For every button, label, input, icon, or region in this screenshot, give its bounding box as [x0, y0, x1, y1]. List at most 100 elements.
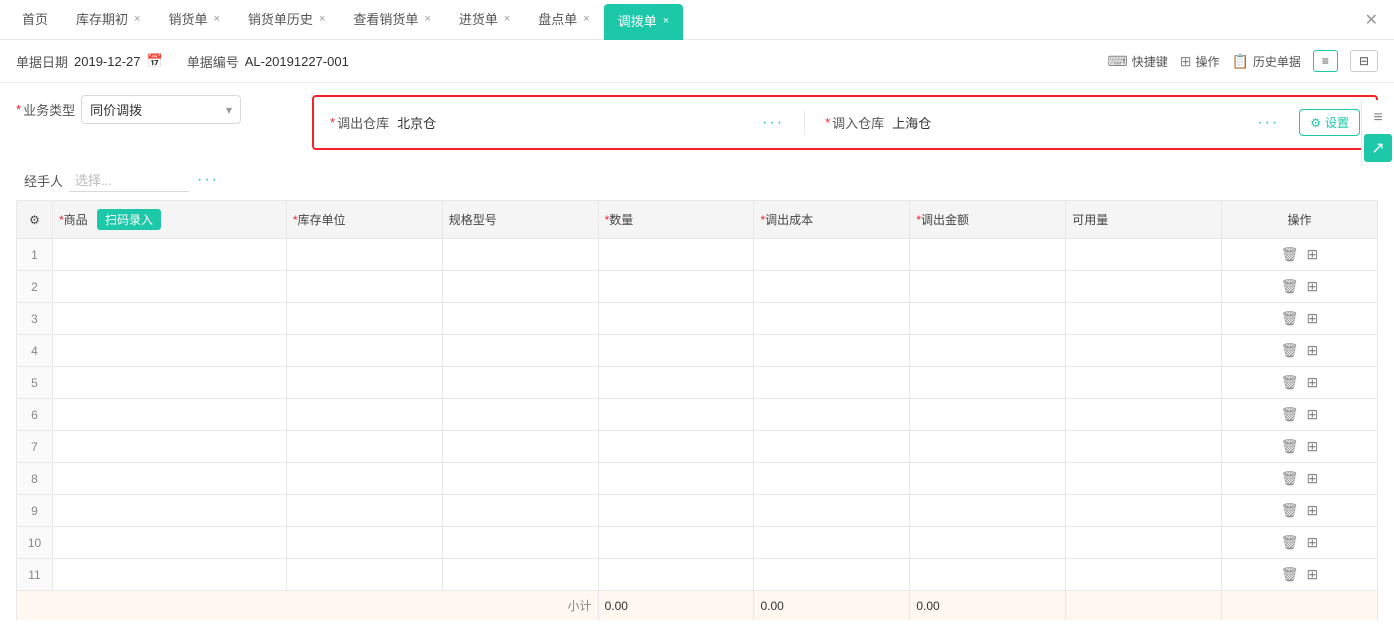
spec-cell[interactable] [442, 303, 598, 335]
available-cell[interactable] [1066, 271, 1222, 303]
tab-close-purchase[interactable]: × [504, 13, 510, 25]
quantity-cell[interactable] [598, 495, 754, 527]
copy-icon[interactable]: ⊞ [1307, 534, 1319, 551]
history-btn[interactable]: 📋 历史单据 [1231, 53, 1300, 70]
copy-icon[interactable]: ⊞ [1307, 374, 1319, 391]
product-cell[interactable] [53, 527, 287, 559]
transfer-cost-cell[interactable] [754, 431, 910, 463]
product-cell[interactable] [53, 303, 287, 335]
available-cell[interactable] [1066, 399, 1222, 431]
spec-cell[interactable] [442, 431, 598, 463]
delete-icon[interactable]: 🗑 [1281, 438, 1299, 455]
unit-cell[interactable] [286, 559, 442, 591]
delete-icon[interactable]: 🗑 [1281, 566, 1299, 583]
app-close-button[interactable]: ✕ [1357, 10, 1386, 30]
transfer-cost-cell[interactable] [754, 239, 910, 271]
transfer-amount-cell[interactable] [910, 271, 1066, 303]
tab-sales-history[interactable]: 销货单历史 × [234, 0, 339, 40]
tab-close-inventory-init[interactable]: × [134, 13, 140, 25]
quantity-cell[interactable] [598, 335, 754, 367]
transfer-cost-cell[interactable] [754, 463, 910, 495]
layout-list-btn[interactable]: ≡ [1313, 50, 1338, 72]
transfer-cost-cell[interactable] [754, 399, 910, 431]
copy-icon[interactable]: ⊞ [1307, 566, 1319, 583]
tab-close-view-sales[interactable]: × [424, 13, 430, 25]
table-gear-icon[interactable]: ⚙ [29, 213, 40, 227]
col-settings-gear[interactable]: ⚙ [17, 201, 53, 239]
transfer-amount-cell[interactable] [910, 559, 1066, 591]
delete-icon[interactable]: 🗑 [1281, 534, 1299, 551]
transfer-cost-cell[interactable] [754, 559, 910, 591]
available-cell[interactable] [1066, 559, 1222, 591]
scan-entry-button[interactable]: 扫码录入 [97, 209, 161, 230]
tab-view-sales[interactable]: 查看销货单 × [339, 0, 444, 40]
product-cell[interactable] [53, 335, 287, 367]
available-cell[interactable] [1066, 239, 1222, 271]
product-cell[interactable] [53, 463, 287, 495]
tab-inventory-init[interactable]: 库存期初 × [62, 0, 154, 40]
transfer-out-more-btn[interactable]: ··· [762, 114, 784, 132]
transfer-cost-cell[interactable] [754, 367, 910, 399]
copy-icon[interactable]: ⊞ [1307, 502, 1319, 519]
transfer-amount-cell[interactable] [910, 527, 1066, 559]
delete-icon[interactable]: 🗑 [1281, 310, 1299, 327]
available-cell[interactable] [1066, 463, 1222, 495]
shortcuts-btn[interactable]: ⌨ 快捷键 [1107, 53, 1167, 70]
product-cell[interactable] [53, 239, 287, 271]
sidebar-list-icon[interactable]: ≡ [1364, 104, 1392, 132]
tab-purchase[interactable]: 进货单 × [445, 0, 524, 40]
copy-icon[interactable]: ⊞ [1307, 470, 1319, 487]
transfer-amount-cell[interactable] [910, 335, 1066, 367]
transfer-amount-cell[interactable] [910, 367, 1066, 399]
sidebar-share-icon[interactable]: ↗ [1364, 134, 1392, 162]
unit-cell[interactable] [286, 239, 442, 271]
available-cell[interactable] [1066, 303, 1222, 335]
copy-icon[interactable]: ⊞ [1307, 310, 1319, 327]
product-cell[interactable] [53, 495, 287, 527]
available-cell[interactable] [1066, 335, 1222, 367]
copy-icon[interactable]: ⊞ [1307, 278, 1319, 295]
tab-close-sales-history[interactable]: × [319, 13, 325, 25]
quantity-cell[interactable] [598, 559, 754, 591]
unit-cell[interactable] [286, 335, 442, 367]
spec-cell[interactable] [442, 559, 598, 591]
product-cell[interactable] [53, 431, 287, 463]
available-cell[interactable] [1066, 527, 1222, 559]
quantity-cell[interactable] [598, 271, 754, 303]
tab-home[interactable]: 首页 [8, 0, 62, 40]
handler-select[interactable]: 选择... [69, 168, 189, 192]
tab-close-transfer[interactable]: × [663, 15, 669, 27]
delete-icon[interactable]: 🗑 [1281, 470, 1299, 487]
unit-cell[interactable] [286, 463, 442, 495]
transfer-cost-cell[interactable] [754, 303, 910, 335]
spec-cell[interactable] [442, 495, 598, 527]
unit-cell[interactable] [286, 527, 442, 559]
transfer-amount-cell[interactable] [910, 463, 1066, 495]
delete-icon[interactable]: 🗑 [1281, 502, 1299, 519]
handler-more-btn[interactable]: ··· [197, 171, 219, 189]
spec-cell[interactable] [442, 527, 598, 559]
calendar-icon[interactable]: 📅 [147, 53, 163, 69]
unit-cell[interactable] [286, 271, 442, 303]
spec-cell[interactable] [442, 335, 598, 367]
product-cell[interactable] [53, 367, 287, 399]
quantity-cell[interactable] [598, 367, 754, 399]
operations-btn[interactable]: ⊞ 操作 [1180, 53, 1220, 70]
available-cell[interactable] [1066, 431, 1222, 463]
available-cell[interactable] [1066, 367, 1222, 399]
transfer-cost-cell[interactable] [754, 335, 910, 367]
delete-icon[interactable]: 🗑 [1281, 342, 1299, 359]
delete-icon[interactable]: 🗑 [1281, 278, 1299, 295]
transfer-cost-cell[interactable] [754, 271, 910, 303]
transfer-cost-cell[interactable] [754, 527, 910, 559]
copy-icon[interactable]: ⊞ [1307, 342, 1319, 359]
tab-stocktake[interactable]: 盘点单 × [524, 0, 603, 40]
quantity-cell[interactable] [598, 463, 754, 495]
available-cell[interactable] [1066, 495, 1222, 527]
unit-cell[interactable] [286, 303, 442, 335]
unit-cell[interactable] [286, 367, 442, 399]
delete-icon[interactable]: 🗑 [1281, 246, 1299, 263]
spec-cell[interactable] [442, 463, 598, 495]
quantity-cell[interactable] [598, 431, 754, 463]
tab-close-sales-order[interactable]: × [213, 13, 219, 25]
